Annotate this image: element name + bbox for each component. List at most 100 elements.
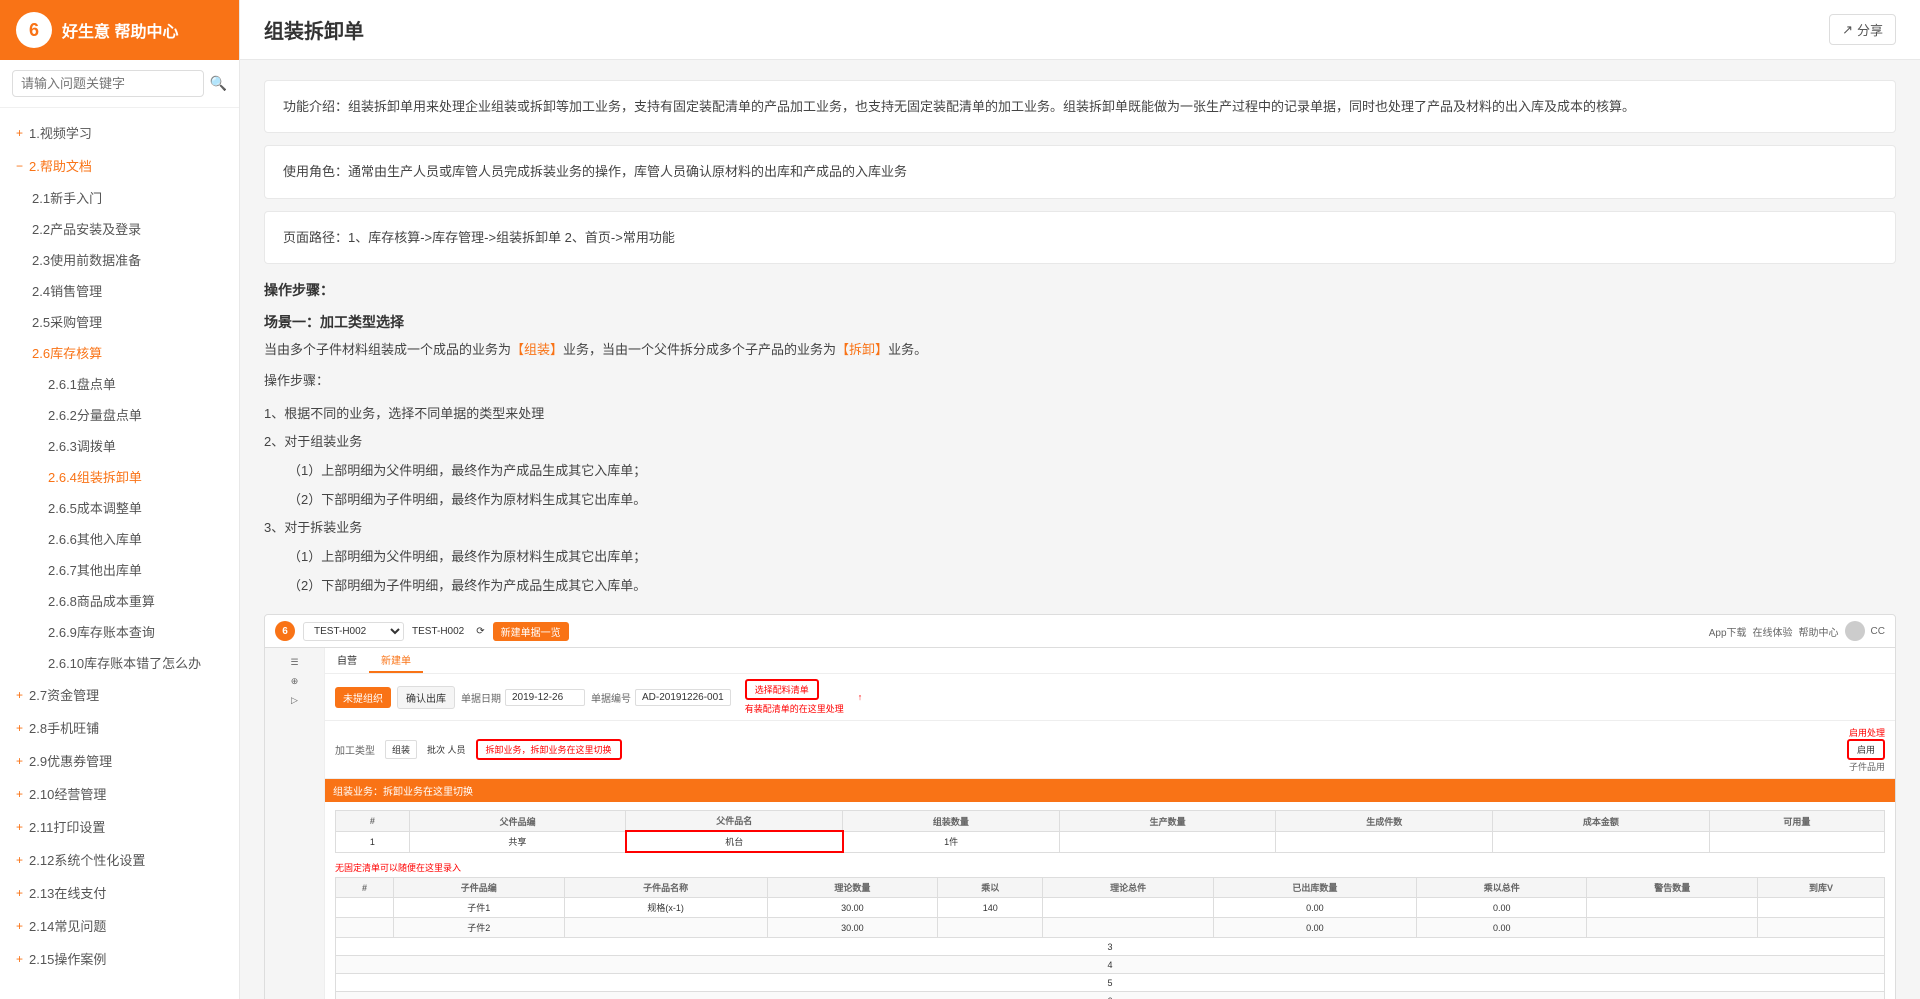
mock-cell-name-1[interactable]: 机台 — [626, 831, 843, 852]
mock-reload-icon: ⟳ — [476, 626, 484, 637]
sidebar-item-video[interactable]: + 1.视频学习 — [0, 116, 239, 149]
sidebar-item-purchase[interactable]: 2.5采购管理 — [0, 306, 239, 337]
mock-lower-cell-code-1: 子件1 — [394, 898, 564, 918]
mock-subtype-label: 子件品用 — [1849, 760, 1885, 773]
search-icon[interactable]: 🔍 — [210, 75, 227, 92]
mock-tab-new[interactable]: 新建单 — [369, 648, 423, 673]
mock-lower-cell-out-2: 0.00 — [1213, 918, 1416, 938]
intro-text: 功能介绍：组装拆卸单用来处理企业组装或拆卸等加工业务，支持有固定装配清单的产品加… — [283, 99, 1635, 114]
mock-th-cost: 成本金额 — [1493, 811, 1710, 832]
sidebar-item-assembly[interactable]: 2.6.4组装拆卸单 — [0, 461, 239, 492]
mock-app-select[interactable]: TEST-H002 — [303, 622, 404, 641]
scenario1-title: 场景一：加工类型选择 — [264, 312, 1896, 332]
sidebar-item-other-in[interactable]: 2.6.6其他入库单 — [0, 523, 239, 554]
mock-lower-th-stock: 到库V — [1757, 878, 1884, 898]
mock-nav-icon-1[interactable]: ☰ — [265, 653, 324, 672]
mock-app-download: App下载 — [1709, 624, 1747, 639]
mock-side-icons: ☰ ⊕ ▷ — [265, 648, 325, 999]
sidebar-item-install[interactable]: 2.2产品安装及登录 — [0, 213, 239, 244]
share-icon: ↗ — [1842, 22, 1853, 38]
search-input[interactable] — [12, 70, 204, 97]
brand-title: 好生意 帮助中心 — [62, 18, 178, 42]
mock-lower-row-5: 5 — [336, 974, 1885, 992]
sidebar-item-cost-calc[interactable]: 2.6.8商品成本重算 — [0, 585, 239, 616]
role-block: 使用角色：通常由生产人员或库管人员完成拆装业务的操作，库管人员确认原材料的出库和… — [264, 145, 1896, 198]
sidebar-item-mobile[interactable]: + 2.8手机旺铺 — [0, 711, 239, 744]
mock-orange-bar: 组装业务：拆卸业务在这里切换 — [325, 779, 1895, 802]
mock-main-panel: 自营 新建单 未提组织 确认出库 单据日期 2019-12-26 单据编号 — [325, 648, 1895, 999]
mock-nav-icon-2[interactable]: ⊕ — [265, 672, 324, 691]
sidebar-item-print[interactable]: + 2.11打印设置 — [0, 810, 239, 843]
plus-icon-8: + — [16, 886, 23, 900]
mock-lower-empty-3: 3 — [336, 938, 1885, 956]
sidebar-item-count[interactable]: 2.6.1盘点单 — [0, 368, 239, 399]
mock-new-order-btn[interactable]: 新建单据一览 — [493, 622, 569, 641]
mock-toolbar: 未提组织 确认出库 单据日期 2019-12-26 单据编号 AD-201912… — [325, 674, 1895, 721]
mock-upper-row-1: 1 共享 机台 1件 — [336, 831, 1885, 852]
plus-icon-3: + — [16, 721, 23, 735]
step-2-2: （2）下部明细为子件明细，最终作为原材料生成其它出库单。 — [264, 488, 1896, 513]
mock-type-select[interactable]: 组装 — [385, 740, 417, 759]
mock-no-value[interactable]: AD-20191226-001 — [635, 689, 731, 706]
sidebar-item-other-out[interactable]: 2.6.7其他出库单 — [0, 554, 239, 585]
sidebar-item-operation[interactable]: + 2.10经营管理 — [0, 777, 239, 810]
mock-date-label: 单据日期 — [461, 690, 501, 705]
sidebar-item-customize[interactable]: + 2.12系统个性化设置 — [0, 843, 239, 876]
mock-enable-btn[interactable]: 启用 — [1847, 739, 1885, 760]
mock-th-qty: 组装数量 — [843, 811, 1060, 832]
mock-btn-confirm-out[interactable]: 确认出库 — [397, 686, 455, 709]
steps-sub-title: 操作步骤： — [264, 369, 1896, 394]
mock-nav-icon-3[interactable]: ▷ — [265, 691, 324, 710]
mock-lower-th-seq: # — [336, 878, 394, 898]
sidebar-item-sales[interactable]: 2.4销售管理 — [0, 275, 239, 306]
mock-th-code: 父件品编 — [409, 811, 626, 832]
mock-cell-avail-1 — [1709, 831, 1884, 852]
sidebar-item-fund[interactable]: + 2.7资金管理 — [0, 678, 239, 711]
sidebar-item-split[interactable]: 2.6.2分量盘点单 — [0, 399, 239, 430]
sidebar-item-faq[interactable]: + 2.14常见问题 — [0, 909, 239, 942]
mock-cell-seq-1: 1 — [336, 831, 410, 852]
share-button[interactable]: ↗ 分享 — [1829, 14, 1896, 45]
mock-lower-cell-stock-1 — [1757, 898, 1884, 918]
sidebar-item-stock-check[interactable]: 2.6.9库存账本查询 — [0, 616, 239, 647]
annotation-area-1: 选择配料清单 有装配清单的在这里处理 — [745, 679, 844, 715]
mock-type-label: 加工类型 — [335, 742, 375, 757]
mock-date-value[interactable]: 2019-12-26 — [505, 689, 585, 706]
sidebar-item-case[interactable]: + 2.15操作案例 — [0, 942, 239, 975]
step-3-1: （1）上部明细为父件明细，最终作为原材料生成其它出库单； — [264, 545, 1896, 570]
step-2: 2、对于组装业务 — [264, 430, 1896, 455]
mock-lower-cell-total-1 — [1043, 898, 1213, 918]
sidebar: 6 好生意 帮助中心 🔍 + 1.视频学习 − 2.帮助文档 2.1新手入门 2… — [0, 0, 240, 999]
sidebar-item-cost[interactable]: 2.6.5成本调整单 — [0, 492, 239, 523]
logo-icon: 6 — [16, 12, 52, 48]
sidebar-item-inventory[interactable]: 2.6库存核算 — [0, 337, 239, 368]
mock-cell-count-1 — [1276, 831, 1493, 852]
mock-lower-cell-mul-2 — [938, 918, 1043, 938]
mock-tab-self[interactable]: 自营 — [325, 648, 369, 673]
mock-cell-cost-1 — [1493, 831, 1710, 852]
sidebar-item-adjust[interactable]: 2.6.3调拨单 — [0, 430, 239, 461]
nav-tree: + 1.视频学习 − 2.帮助文档 2.1新手入门 2.2产品安装及登录 2.3… — [0, 108, 239, 999]
mock-type-row: 加工类型 组装 批次 人员 拆卸业务，拆卸业务在这里切换 启用处理 启用 子件品… — [325, 721, 1895, 779]
mock-lower-th-code: 子件品编 — [394, 878, 564, 898]
annotation-area-3: 启用处理 启用 子件品用 — [1847, 726, 1885, 773]
plus-icon-5: + — [16, 787, 23, 801]
sidebar-item-coupon[interactable]: + 2.9优惠券管理 — [0, 744, 239, 777]
mock-nav-tabs: ☰ ⊕ ▷ 自营 新建单 未提组织 确认出库 单据日期 — [265, 648, 1895, 999]
plus-icon-6: + — [16, 820, 23, 834]
mock-lower-row-3: 3 — [336, 938, 1885, 956]
sidebar-item-new[interactable]: 2.1新手入门 — [0, 182, 239, 213]
intro-block: 功能介绍：组装拆卸单用来处理企业组装或拆卸等加工业务，支持有固定装配清单的产品加… — [264, 80, 1896, 133]
search-box: 🔍 — [0, 60, 239, 108]
mock-lower-cell-theory-2: 30.00 — [767, 918, 937, 938]
mock-btn-add[interactable]: 未提组织 — [335, 687, 391, 708]
sidebar-item-wrong[interactable]: 2.6.10库存账本错了怎么办 — [0, 647, 239, 678]
sidebar-item-help[interactable]: − 2.帮助文档 — [0, 149, 239, 182]
sidebar-item-prep[interactable]: 2.3使用前数据准备 — [0, 244, 239, 275]
page-title: 组装拆卸单 — [264, 15, 364, 44]
sidebar-item-online-pay[interactable]: + 2.13在线支付 — [0, 876, 239, 909]
mock-app-bar: 6 TEST-H002 TEST-H002 ⟳ 新建单据一览 App下载 在线体… — [265, 615, 1895, 648]
mock-lower-cell-warn-1 — [1587, 898, 1757, 918]
mock-lower-th-name: 子件品名称 — [564, 878, 767, 898]
mock-bom-btn[interactable]: 选择配料清单 — [745, 679, 819, 700]
